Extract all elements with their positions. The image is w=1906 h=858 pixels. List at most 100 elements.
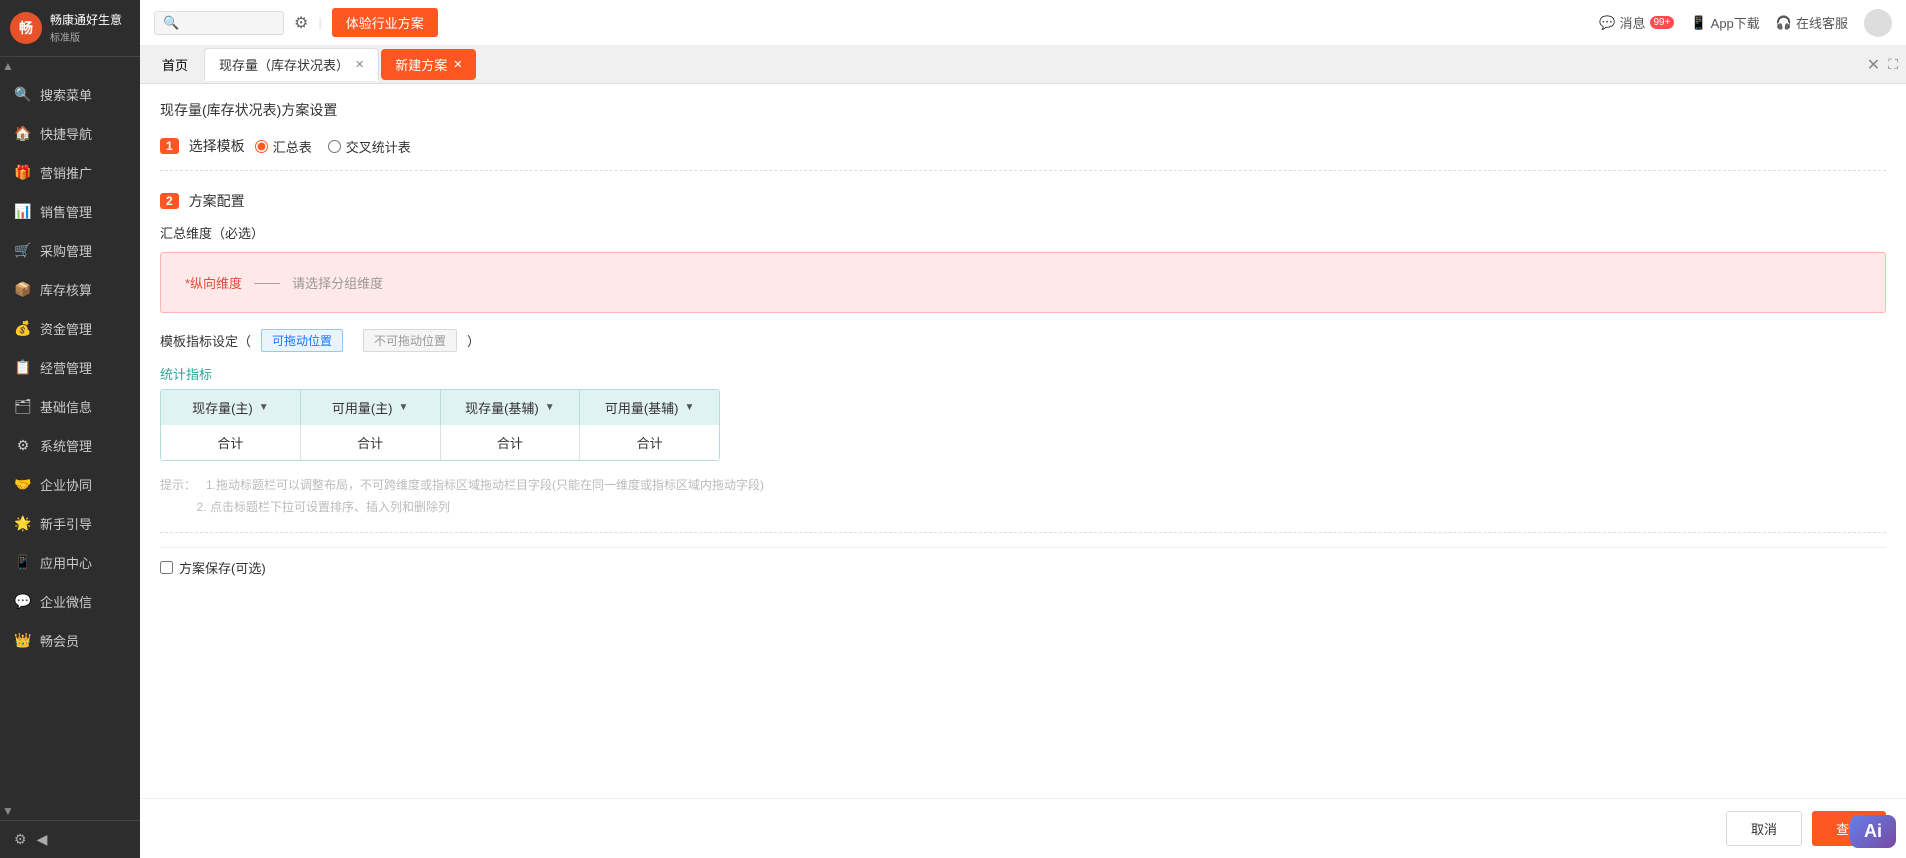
tips-section: 提示： 1.拖动标题栏可以调整布局，不可跨维度或指标区域拖动栏目字段(只能在同一… [160, 475, 1886, 518]
app-download-button[interactable]: 📱 App下载 [1690, 13, 1759, 32]
sidebar: 畅 畅康通好生意 标准版 ▲ 🔍 搜索菜单 🏠快捷导航🎁营销推广 📊 销售管理 🛒 采购管理… [0, 0, 140, 858]
new-scheme-label: 新建方案 [395, 55, 447, 74]
col-header-3[interactable]: 现存量(基辅) ▼ [441, 390, 581, 425]
body-col-4: 合计 [580, 425, 719, 460]
template-radio-group: 汇总表 交叉统计表 [255, 137, 411, 156]
search-icon: 🔍 [163, 15, 179, 31]
indicator-label: 模板指标设定（ 可拖动位置 不可拖动位置 ） [160, 329, 1886, 352]
sidebar-scroll-up[interactable]: ▲ [0, 57, 140, 75]
summary-dim-label: 汇总维度（必选） [160, 223, 1886, 242]
avatar-image [1864, 9, 1892, 37]
new-guide-label: 新手引导 [40, 514, 92, 533]
finance-icon: 💰 [14, 320, 32, 338]
sidebar-item-purchase-mgmt[interactable]: 🛒 采购管理 [0, 231, 140, 270]
step1-divider [160, 170, 1886, 171]
sidebar-item-basic-info[interactable]: 🗂 基础信息 [0, 387, 140, 426]
topbar-divider: | [318, 15, 321, 30]
step1-badge: 1 [160, 138, 179, 154]
sidebar-item-vip[interactable]: 👑畅会员 [0, 621, 140, 660]
sidebar-item-enterprise-wechat[interactable]: 💬企业微信 [0, 582, 140, 621]
col-header-2-label: 可用量(主) [332, 398, 393, 417]
sidebar-item-quick-nav[interactable]: 🏠快捷导航 [0, 114, 140, 153]
tab-home[interactable]: 首页 [148, 49, 202, 80]
save-checkbox[interactable] [160, 561, 173, 574]
brand-logo: 畅 [10, 12, 42, 44]
tab-inventory[interactable]: 现存量（库存状况表） ✕ [204, 48, 379, 81]
col-header-2[interactable]: 可用量(主) ▼ [301, 390, 441, 425]
indicator-close: ） [467, 331, 480, 350]
dim-divider: —— [254, 275, 280, 290]
sidebar-item-app-center[interactable]: 📱应用中心 [0, 543, 140, 582]
service-label: 在线客服 [1796, 13, 1848, 32]
sidebar-item-search-menu[interactable]: 🔍 搜索菜单 [0, 75, 140, 114]
sidebar-item-operations[interactable]: 📋经营管理 [0, 348, 140, 387]
headset-icon: 🎧 [1776, 15, 1792, 31]
brand-text: 畅康通好生意 标准版 [50, 12, 122, 44]
radio-summary[interactable]: 汇总表 [255, 137, 312, 156]
tabbar-expand-icon[interactable]: ⛶ [1888, 56, 1898, 73]
radio-cross-input[interactable] [328, 140, 341, 153]
radio-cross[interactable]: 交叉统计表 [328, 137, 411, 156]
col-header-1[interactable]: 现存量(主) ▼ [161, 390, 301, 425]
step2-header: 2 方案配置 [160, 191, 1886, 211]
message-button[interactable]: 💬 消息 99+ [1599, 13, 1674, 32]
system-mgmt-label: 系统管理 [40, 436, 92, 455]
sidebar-nav: 🔍 搜索菜单 🏠快捷导航🎁营销推广 📊 销售管理 🛒 采购管理 📦库存核算 💰 资金管理 📋经营管理… [0, 75, 140, 802]
search-menu-label: 搜索菜单 [40, 85, 92, 104]
sidebar-item-new-guide[interactable]: 🌟新手引导 [0, 504, 140, 543]
tabbar-close-icon[interactable]: ✕ [1867, 55, 1880, 75]
sound-icon[interactable]: ◀ [37, 831, 48, 848]
indicator-settings: 模板指标设定（ 可拖动位置 不可拖动位置 ） [160, 329, 1886, 352]
sidebar-scroll-down[interactable]: ▼ [0, 802, 140, 820]
save-section: 方案保存(可选) [160, 547, 1886, 577]
dim-row: *纵向维度 —— 请选择分组维度 [185, 273, 1861, 292]
search-box[interactable]: 🔍 [154, 11, 284, 35]
purchase-mgmt-label: 采购管理 [40, 241, 92, 260]
tip-1: 提示： 1.拖动标题栏可以调整布局，不可跨维度或指标区域拖动栏目字段(只能在同一… [160, 475, 1886, 497]
basic-info-icon: 🗂 [14, 398, 32, 416]
inventory-tab-label: 现存量（库存状况表） [219, 55, 349, 74]
app-label: App下载 [1711, 13, 1760, 32]
user-avatar[interactable] [1864, 9, 1892, 37]
sidebar-item-inventory[interactable]: 📦库存核算 [0, 270, 140, 309]
dim-placeholder[interactable]: 请选择分组维度 [292, 273, 383, 292]
finance-label: 资金管理 [40, 319, 92, 338]
content-area: 现存量(库存状况表)方案设置 1 选择模板 汇总表 交叉统计表 [140, 84, 1906, 798]
ai-badge[interactable]: Ai [1850, 815, 1896, 848]
message-badge: 99+ [1650, 16, 1675, 29]
purchase-mgmt-icon: 🛒 [14, 242, 32, 260]
gear-icon[interactable]: ⚙ [294, 13, 308, 33]
search-input[interactable] [183, 16, 273, 30]
radio-summary-input[interactable] [255, 140, 268, 153]
sidebar-item-cooperation[interactable]: 🤝企业协同 [0, 465, 140, 504]
indicator-label-text: 模板指标设定（ [160, 331, 251, 350]
sidebar-item-marketing[interactable]: 🎁营销推广 [0, 153, 140, 192]
service-button[interactable]: 🎧 在线客服 [1776, 13, 1848, 32]
sidebar-item-finance[interactable]: 💰 资金管理 [0, 309, 140, 348]
sales-mgmt-label: 销售管理 [40, 202, 92, 221]
sales-mgmt-icon: 📊 [14, 203, 32, 221]
radio-summary-label: 汇总表 [273, 137, 312, 156]
tip-2: 2. 点击标题栏下拉可设置排序、插入列和删除列 [160, 497, 1886, 519]
sidebar-item-system-mgmt[interactable]: ⚙系统管理 [0, 426, 140, 465]
draggable-tag: 可拖动位置 [261, 329, 343, 352]
trial-button[interactable]: 体验行业方案 [332, 8, 438, 37]
search-menu-icon: 🔍 [14, 86, 32, 104]
basic-info-label: 基础信息 [40, 397, 92, 416]
cancel-button[interactable]: 取消 [1726, 811, 1802, 846]
save-label[interactable]: 方案保存(可选) [179, 558, 266, 577]
step2-divider [160, 532, 1886, 533]
tab-new-scheme[interactable]: 新建方案 ✕ [381, 49, 476, 80]
radio-cross-label: 交叉统计表 [346, 137, 411, 156]
settings-icon[interactable]: ⚙ [14, 831, 27, 848]
step2-badge: 2 [160, 193, 179, 209]
quick-nav-icon: 🏠 [14, 125, 32, 143]
vip-icon: 👑 [14, 632, 32, 650]
marketing-icon: 🎁 [14, 164, 32, 182]
stats-header: 统计指标 [160, 364, 1886, 383]
tab-inventory-close[interactable]: ✕ [355, 58, 364, 71]
sidebar-item-sales-mgmt[interactable]: 📊 销售管理 [0, 192, 140, 231]
tab-new-scheme-close[interactable]: ✕ [453, 58, 462, 71]
col-2-chevron: ▼ [399, 402, 409, 413]
col-header-4[interactable]: 可用量(基辅) ▼ [580, 390, 719, 425]
